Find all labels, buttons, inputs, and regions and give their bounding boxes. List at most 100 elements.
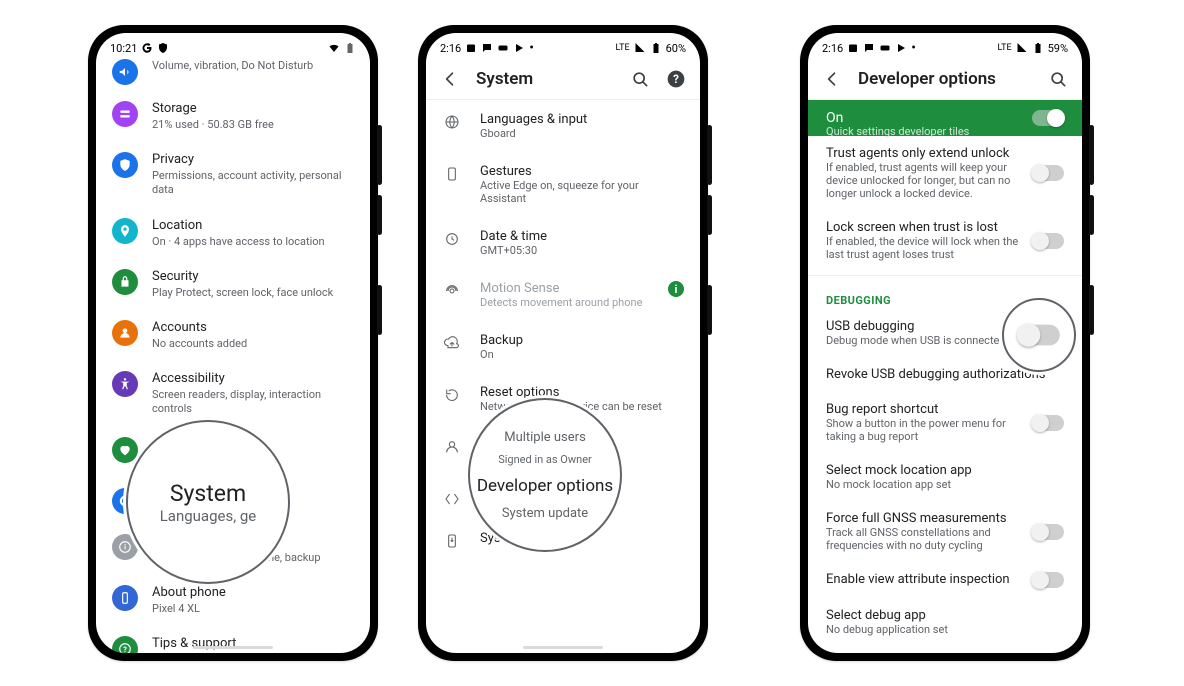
developer-icon — [442, 489, 462, 507]
magnifier-subtitle: Languages, ge — [160, 507, 257, 525]
location-icon — [112, 218, 138, 244]
row-bug-report-shortcut[interactable]: Bug report shortcutShow a button in the … — [808, 392, 1082, 453]
list-item-backup[interactable]: BackupOn — [426, 321, 700, 373]
chat-icon — [481, 42, 493, 54]
signal-icon — [1016, 42, 1028, 54]
volume-button-2 — [1089, 195, 1094, 235]
volume-button — [1089, 125, 1094, 185]
list-item-storage[interactable]: Storage21% used · 50.83 GB free — [96, 91, 370, 142]
search-icon[interactable] — [1048, 69, 1068, 89]
list-item-sound[interactable]: Volume, vibration, Do Not Disturb — [96, 59, 370, 91]
system-list[interactable]: Languages & inputGboard GesturesActive E… — [426, 100, 700, 653]
volume-button — [377, 125, 382, 185]
battery-icon — [344, 42, 356, 54]
magnifier-developer-options: Multiple users Signed in as Owner Develo… — [468, 398, 622, 552]
svg-text:?: ? — [123, 645, 127, 653]
row-trust-agents[interactable]: Trust agents only extend unlockIf enable… — [808, 136, 1082, 210]
users-icon — [442, 437, 462, 455]
svg-text:?: ? — [673, 72, 679, 86]
page-title: Developer options — [858, 69, 996, 89]
tips-icon: ? — [112, 636, 138, 653]
signal-icon — [634, 42, 646, 54]
volume-button — [707, 125, 712, 185]
toggle-gnss[interactable] — [1032, 524, 1064, 540]
storage-icon — [112, 101, 138, 127]
magnifier-usb-toggle — [1002, 298, 1076, 372]
volume-button-2 — [377, 195, 382, 235]
list-item-motion-sense[interactable]: Motion SenseDetects movement around phon… — [426, 269, 700, 321]
list-item-date[interactable]: Date & timeGMT+05:30 — [426, 217, 700, 269]
phone-system: 2:16 • LTE 60% System ? — [418, 25, 708, 661]
security-icon — [112, 269, 138, 295]
svg-text:i: i — [124, 543, 126, 551]
info-badge[interactable]: i — [668, 281, 684, 297]
search-icon[interactable] — [630, 69, 650, 89]
toggle-bug-report[interactable] — [1032, 415, 1064, 431]
volume-button-2 — [707, 195, 712, 235]
peek-row: Quick settings developer tiles — [826, 125, 969, 138]
master-switch-label: On — [826, 110, 843, 126]
list-item-gestures[interactable]: GesturesActive Edge on, squeeze for your… — [426, 152, 700, 217]
status-time: 10:21 — [110, 42, 137, 55]
master-switch-bar[interactable]: On Quick settings developer tiles — [808, 100, 1082, 136]
row-lock-screen-trust[interactable]: Lock screen when trust is lostIf enabled… — [808, 210, 1082, 271]
row-debug-app[interactable]: Select debug appNo debug application set — [808, 598, 1082, 646]
back-icon[interactable] — [822, 69, 842, 89]
app-bar: System ? — [426, 59, 700, 100]
battery-percent: 59% — [1048, 42, 1068, 55]
globe-icon — [442, 112, 462, 130]
battery-percent: 60% — [666, 42, 686, 55]
status-bar: 10:21 — [96, 33, 370, 59]
status-bar: 2:16 • LTE 59% — [808, 33, 1082, 59]
network-label: LTE — [997, 43, 1011, 53]
row-view-attr[interactable]: Enable view attribute inspection — [808, 562, 1082, 598]
power-button — [1089, 285, 1094, 335]
wellbeing-icon — [112, 437, 138, 463]
sound-icon — [112, 59, 138, 85]
list-item-privacy[interactable]: PrivacyPermissions, account activity, pe… — [96, 142, 370, 207]
usb-toggle-zoomed — [1018, 325, 1060, 346]
toggle-view-attr[interactable] — [1032, 572, 1064, 588]
page-title: System — [476, 69, 533, 89]
calendar-icon — [465, 42, 477, 54]
backup-icon — [442, 333, 462, 351]
back-icon[interactable] — [440, 69, 460, 89]
motion-icon — [442, 281, 462, 299]
status-time: 2:16 — [822, 42, 843, 55]
master-switch[interactable] — [1032, 110, 1064, 126]
developer-list[interactable]: Trust agents only extend unlockIf enable… — [808, 136, 1082, 653]
calendar-icon — [847, 42, 859, 54]
chat-icon — [863, 42, 875, 54]
youtube-icon — [879, 42, 891, 54]
network-label: LTE — [615, 43, 629, 53]
youtube-icon — [497, 42, 509, 54]
help-icon[interactable]: ? — [666, 69, 686, 89]
list-item-location[interactable]: LocationOn · 4 apps have access to locat… — [96, 208, 370, 259]
row-gnss[interactable]: Force full GNSS measurementsTrack all GN… — [808, 501, 1082, 562]
list-item-about[interactable]: About phonePixel 4 XL — [96, 575, 370, 626]
list-subtitle: Volume, vibration, Do Not Disturb — [152, 59, 313, 73]
app-bar: Developer options — [808, 59, 1082, 100]
wifi-icon — [328, 42, 340, 54]
gesture-bar — [523, 646, 603, 649]
accounts-icon — [112, 320, 138, 346]
row-mock-location[interactable]: Select mock location appNo mock location… — [808, 453, 1082, 501]
accessibility-icon — [112, 371, 138, 397]
divider — [808, 275, 1082, 276]
toggle-trust-agents[interactable] — [1032, 165, 1064, 181]
toggle-lock-screen-trust[interactable] — [1032, 233, 1064, 249]
update-icon — [442, 531, 462, 549]
magnifier-title: System — [170, 480, 246, 507]
list-item-accounts[interactable]: AccountsNo accounts added — [96, 310, 370, 361]
privacy-icon — [112, 152, 138, 178]
gesture-bar — [193, 646, 273, 649]
power-button — [377, 285, 382, 335]
play-icon — [513, 42, 525, 54]
shield-icon — [157, 42, 169, 54]
list-item-languages[interactable]: Languages & inputGboard — [426, 100, 700, 152]
list-item-security[interactable]: SecurityPlay Protect, screen lock, face … — [96, 259, 370, 310]
battery-icon — [650, 42, 662, 54]
list-item-accessibility[interactable]: AccessibilityScreen readers, display, in… — [96, 361, 370, 426]
clock-icon — [442, 229, 462, 247]
play-icon — [895, 42, 907, 54]
